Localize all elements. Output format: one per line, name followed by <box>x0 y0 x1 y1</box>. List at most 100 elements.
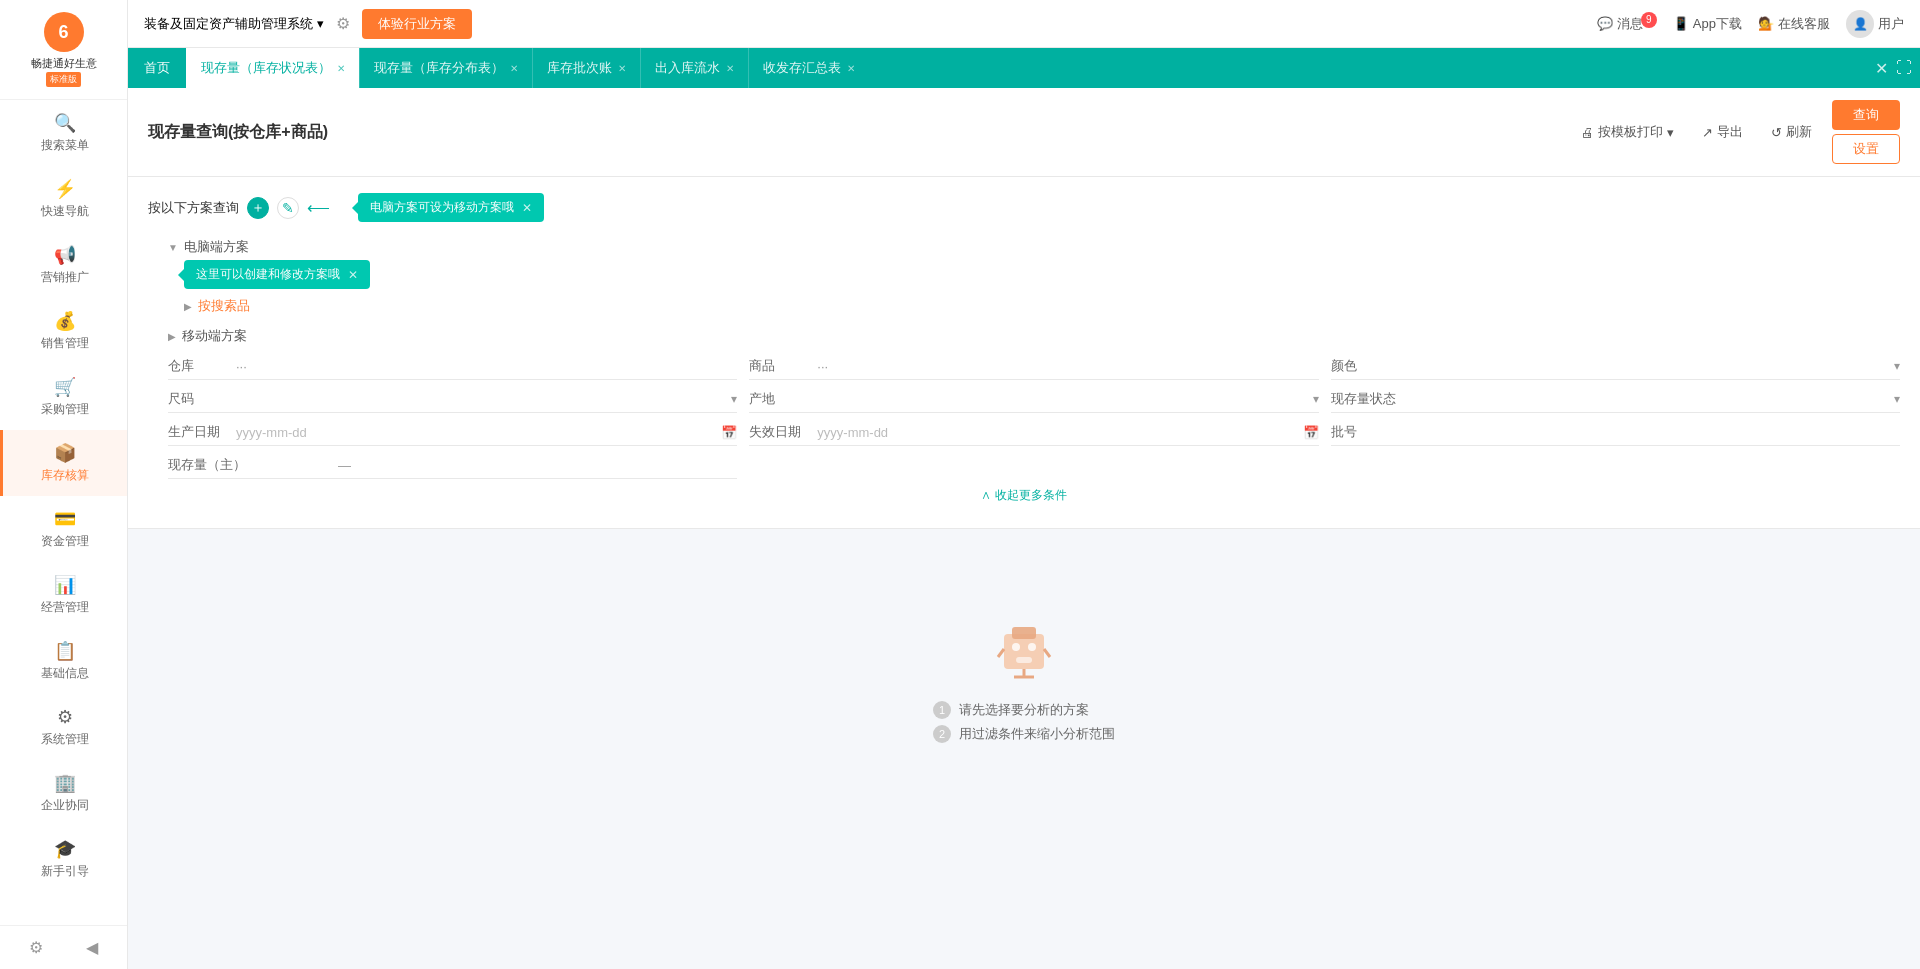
app-download-item[interactable]: 📱 App下载 <box>1673 15 1742 33</box>
range-separator: — <box>338 458 351 473</box>
filter-section: 按以下方案查询 ＋ ✎ ⟵ 电脑方案可设为移动方案哦 ✕ ▼ 电脑端方案 <box>128 177 1920 529</box>
production-date-calendar-icon[interactable]: 📅 <box>721 425 737 440</box>
sidebar-nav: 🔍 搜索菜单 ⚡ 快速导航 📢 营销推广 💰 销售管理 🛒 采购管理 📦 库存核… <box>0 100 127 925</box>
collapse-sidebar-icon[interactable]: ◀ <box>86 938 98 957</box>
tab-close-in-out-flow[interactable]: ✕ <box>726 63 734 74</box>
field-warehouse-dots[interactable]: ··· <box>236 359 247 374</box>
user-item[interactable]: 👤 用户 <box>1846 10 1904 38</box>
scheme-arrow-desktop: ▼ <box>168 242 178 253</box>
page-content: 现存量查询(按仓库+商品) 🖨 按模板打印 ▾ ↗ 导出 ↺ 刷新 <box>128 88 1920 969</box>
top-header: 装备及固定资产辅助管理系统 ▾ ⚙ 体验行业方案 💬 消息 9 📱 App下载 … <box>128 0 1920 48</box>
sidebar-item-enterprise[interactable]: 🏢 企业协同 <box>0 760 127 826</box>
origin-dropdown-icon[interactable]: ▾ <box>1313 392 1319 406</box>
header-left: 装备及固定资产辅助管理系统 ▾ ⚙ 体验行业方案 <box>144 9 472 39</box>
tab-bar-actions: ✕ ⛶ <box>1875 59 1920 78</box>
tab-label: 库存批次账 <box>547 59 612 77</box>
sidebar-item-search[interactable]: 🔍 搜索菜单 <box>0 100 127 166</box>
online-service-item[interactable]: 💁 在线客服 <box>1758 15 1830 33</box>
field-batch: 批号 <box>1331 423 1900 446</box>
scheme-mobile-label: 移动端方案 <box>182 327 247 345</box>
sidebar-item-inventory[interactable]: 📦 库存核算 <box>0 430 127 496</box>
tab-in-out-flow[interactable]: 出入库流水 ✕ <box>640 48 748 88</box>
tab-inventory-dist[interactable]: 现存量（库存分布表） ✕ <box>359 48 532 88</box>
field-batch-label: 批号 <box>1331 423 1391 441</box>
collapse-label: 收起更多条件 <box>995 488 1067 502</box>
field-color: 颜色 ▾ <box>1331 357 1900 380</box>
set-button[interactable]: 设置 <box>1832 134 1900 164</box>
sidebar-item-label: 快速导航 <box>41 203 89 220</box>
stock-status-dropdown-icon[interactable]: ▾ <box>1894 392 1900 406</box>
settings-bottom-icon[interactable]: ⚙ <box>29 938 43 957</box>
scheme-mobile-group: ▶ 移动端方案 <box>168 323 1900 349</box>
edit-scheme-btn[interactable]: ✎ <box>277 197 299 219</box>
color-dropdown-icon[interactable]: ▾ <box>1894 359 1900 373</box>
field-production-date: 生产日期 📅 <box>168 423 737 446</box>
add-scheme-btn[interactable]: ＋ <box>247 197 269 219</box>
notification-item[interactable]: 💬 消息 9 <box>1597 15 1657 33</box>
sidebar-item-operations[interactable]: 📊 经营管理 <box>0 562 127 628</box>
service-icon: 💁 <box>1758 16 1774 31</box>
expiry-date-calendar-icon[interactable]: 📅 <box>1303 425 1319 440</box>
svg-point-3 <box>1028 643 1036 651</box>
field-size: 尺码 ▾ <box>168 390 737 413</box>
tip-num-2: 2 <box>933 725 951 743</box>
sidebar-item-base-info[interactable]: 📋 基础信息 <box>0 628 127 694</box>
page-actions: 🖨 按模板打印 ▾ ↗ 导出 ↺ 刷新 <box>1573 119 1820 145</box>
tab-close-inventory-dist[interactable]: ✕ <box>510 63 518 74</box>
base-info-icon: 📋 <box>54 640 76 662</box>
production-date-input[interactable] <box>236 425 713 440</box>
stock-qty-max-input[interactable] <box>355 458 435 473</box>
field-product-dots[interactable]: ··· <box>817 359 828 374</box>
empty-state: 1 请先选择要分析的方案 2 用过滤条件来缩小分析范围 <box>128 529 1920 823</box>
svg-rect-0 <box>1004 634 1044 669</box>
print-label: 按模板打印 <box>1598 123 1663 141</box>
sidebar-item-guide[interactable]: 🎓 新手引导 <box>0 826 127 892</box>
experience-button[interactable]: 体验行业方案 <box>362 9 472 39</box>
system-selector[interactable]: 装备及固定资产辅助管理系统 ▾ <box>144 15 324 33</box>
tab-batch-account[interactable]: 库存批次账 ✕ <box>532 48 640 88</box>
empty-tips: 1 请先选择要分析的方案 2 用过滤条件来缩小分析范围 <box>933 701 1115 743</box>
tooltip-close-1[interactable]: ✕ <box>522 201 532 215</box>
sidebar-item-label: 新手引导 <box>41 863 89 880</box>
tab-inventory-status[interactable]: 现存量（库存状况表） ✕ <box>186 48 359 88</box>
size-dropdown-icon[interactable]: ▾ <box>731 392 737 406</box>
tab-close-batch-account[interactable]: ✕ <box>618 63 626 74</box>
collapse-bar[interactable]: ∧ 收起更多条件 <box>148 479 1900 512</box>
sidebar-item-quick-nav[interactable]: ⚡ 快速导航 <box>0 166 127 232</box>
sidebar-item-finance[interactable]: 💳 资金管理 <box>0 496 127 562</box>
query-button[interactable]: 查询 <box>1832 100 1900 130</box>
tip-text-1: 请先选择要分析的方案 <box>959 701 1089 719</box>
scheme-desktop-item[interactable]: ▶ 按搜索品 <box>184 293 1900 319</box>
sidebar-item-marketing[interactable]: 📢 营销推广 <box>0 232 127 298</box>
tab-close-all-icon[interactable]: ✕ <box>1875 59 1888 78</box>
arrow-left-icon[interactable]: ⟵ <box>307 198 330 217</box>
sidebar-item-system[interactable]: ⚙ 系统管理 <box>0 694 127 760</box>
main-area: 装备及固定资产辅助管理系统 ▾ ⚙ 体验行业方案 💬 消息 9 📱 App下载 … <box>128 0 1920 969</box>
refresh-icon: ↺ <box>1771 125 1782 140</box>
sidebar-item-label: 系统管理 <box>41 731 89 748</box>
tab-label: 现存量（库存状况表） <box>201 59 331 77</box>
tab-fullscreen-icon[interactable]: ⛶ <box>1896 59 1912 77</box>
page-title: 现存量查询(按仓库+商品) <box>148 122 328 143</box>
print-button[interactable]: 🖨 按模板打印 ▾ <box>1573 119 1682 145</box>
tab-close-inventory-status[interactable]: ✕ <box>337 63 345 74</box>
system-dropdown-icon: ▾ <box>317 16 324 31</box>
filter-row-1: 仓库 ··· 商品 ··· 颜色 ▾ <box>168 357 1900 380</box>
expiry-date-input[interactable] <box>817 425 1294 440</box>
sidebar-item-sales[interactable]: 💰 销售管理 <box>0 298 127 364</box>
sidebar-item-purchase[interactable]: 🛒 采购管理 <box>0 364 127 430</box>
tab-close-receive-summary[interactable]: ✕ <box>847 63 855 74</box>
header-settings-icon[interactable]: ⚙ <box>336 14 350 33</box>
tooltip-close-2[interactable]: ✕ <box>348 268 358 282</box>
stock-qty-min-input[interactable] <box>254 458 334 473</box>
batch-input[interactable] <box>1399 425 1900 440</box>
refresh-button[interactable]: ↺ 刷新 <box>1763 119 1820 145</box>
export-button[interactable]: ↗ 导出 <box>1694 119 1751 145</box>
sidebar-item-label: 经营管理 <box>41 599 89 616</box>
tab-home[interactable]: 首页 <box>128 48 186 88</box>
tab-receive-summary[interactable]: 收发存汇总表 ✕ <box>748 48 869 88</box>
logo-icon: 6 <box>44 12 84 52</box>
online-service-label: 在线客服 <box>1778 15 1830 33</box>
logo-area: 6 畅捷通好生意 标准版 <box>0 0 127 100</box>
tip-text-2: 用过滤条件来缩小分析范围 <box>959 725 1115 743</box>
